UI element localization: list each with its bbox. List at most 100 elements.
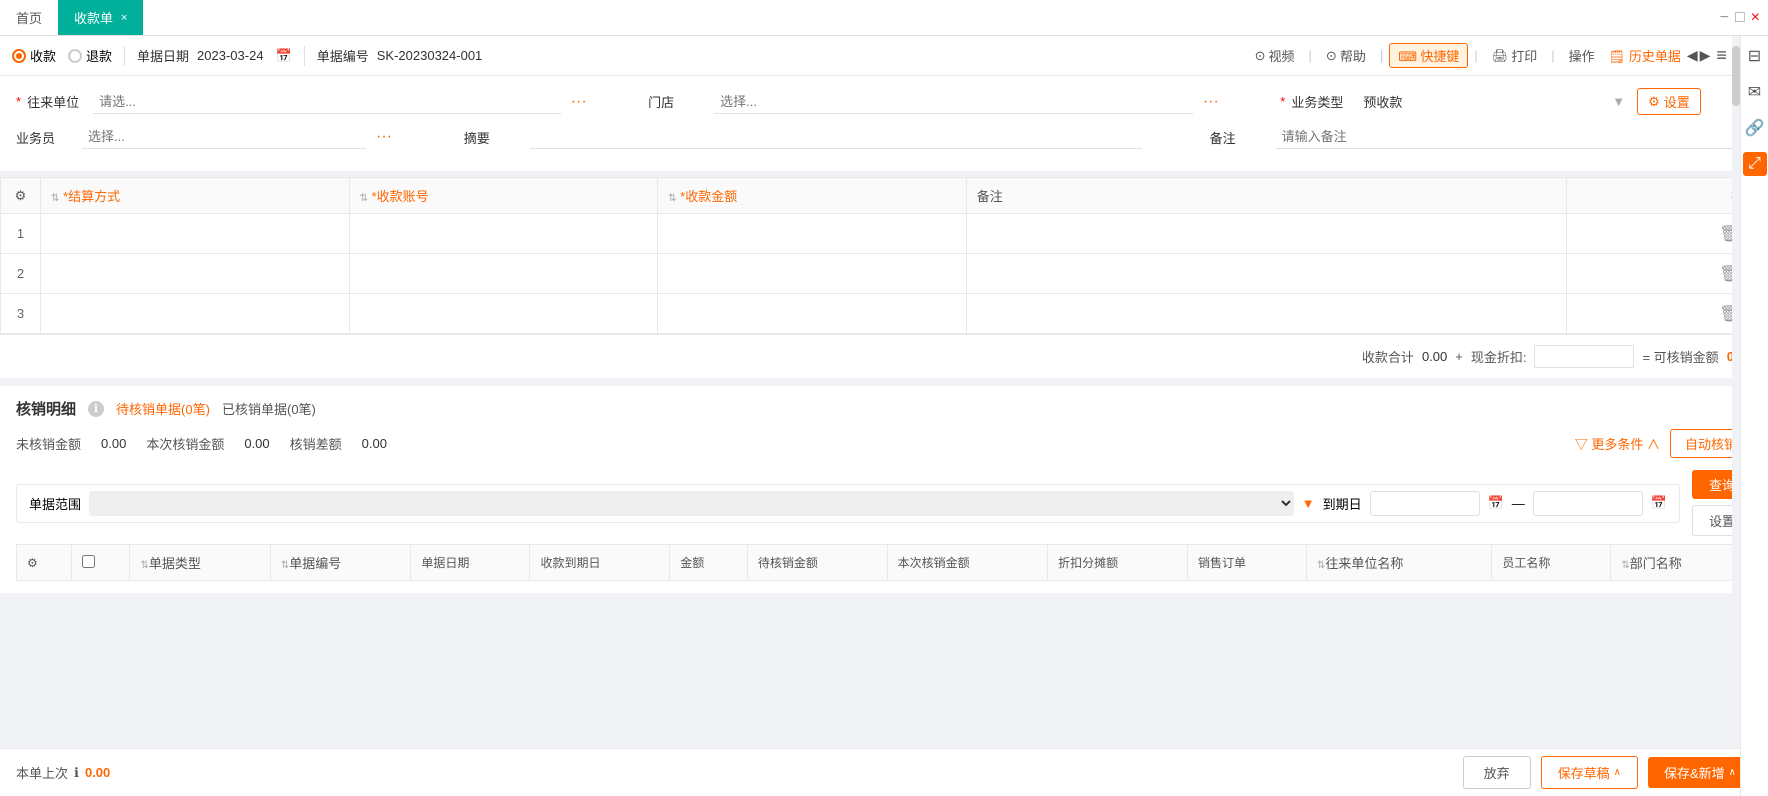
table-gear-header[interactable]: ⚙ (1, 178, 41, 214)
salesperson-more-btn[interactable]: ··· (372, 128, 396, 146)
home-label: 首页 (16, 8, 42, 27)
operation-btn[interactable]: 操作 (1561, 43, 1603, 68)
writeoff-title: 核销明细 (16, 398, 76, 419)
counterpart-input[interactable] (93, 90, 561, 114)
plus-sign: + (1455, 349, 1463, 364)
counterpart-more-btn[interactable]: ··· (567, 93, 591, 111)
help-btn[interactable]: ⊙ 帮助 (1318, 43, 1374, 68)
tab-receipt[interactable]: 收款单 × (58, 0, 143, 35)
range-dropdown-icon[interactable]: ▼ (1302, 496, 1315, 511)
per-order-label: 本单上次 (16, 763, 68, 782)
account-no-1[interactable] (349, 214, 658, 254)
scrollbar[interactable] (1732, 36, 1740, 748)
list-view-icon[interactable]: ≡ (1716, 45, 1727, 66)
account-no-2[interactable] (349, 254, 658, 294)
discard-btn[interactable]: 放弃 (1463, 756, 1531, 789)
sidebar-link-icon[interactable]: 🔗 (1743, 116, 1767, 140)
date-calendar-icon[interactable]: 📅 (276, 48, 292, 64)
amount-3[interactable] (658, 294, 967, 334)
amount-1[interactable] (658, 214, 967, 254)
note-2[interactable] (966, 254, 1566, 294)
bth-dept: ⇅部门名称 (1611, 545, 1752, 581)
end-date-input[interactable]: 2022-04-12 (1533, 491, 1643, 516)
gear-icon: ⚙ (1648, 94, 1660, 110)
close-tab-icon[interactable]: × (121, 12, 127, 24)
prev-arrow[interactable]: ◀ (1687, 47, 1698, 64)
due-label: 到期日 (1323, 494, 1362, 513)
filter-icon: ▽ (1575, 437, 1592, 452)
next-arrow[interactable]: ▶ (1700, 47, 1711, 64)
help-icon: ⊙ (1326, 48, 1337, 64)
minimize-window-btn[interactable]: − (1720, 9, 1729, 27)
table-wrapper: ⚙ ⇅ *结算方式 ⇅ *收款账号 ⇅ *收款金额 备注 (0, 177, 1768, 334)
maximize-window-btn[interactable]: □ (1735, 9, 1745, 27)
sidebar-table-icon[interactable]: ⊟ (1743, 44, 1767, 68)
footer-left: 本单上次 ℹ 0.00 (16, 763, 110, 782)
tab-home[interactable]: 首页 (0, 0, 58, 35)
sidebar-expand-icon[interactable]: ⤢ (1743, 152, 1767, 176)
bth-current-writeoff: 本次核销金额 (887, 545, 1047, 581)
scroll-thumb[interactable] (1732, 46, 1740, 106)
form-section: * 往来单位 ··· 门店 ··· * 业务类型 预收款 ▼ ⚙ 设置 业务员 (0, 76, 1768, 177)
receipt-tab-label: 收款单 (74, 8, 113, 27)
print-icon: 🖨 (1492, 48, 1509, 64)
total-label: 收款合计 (1362, 347, 1414, 366)
bth-pending: 待核销金额 (747, 545, 887, 581)
done-link[interactable]: 已核销单据(0笔) (222, 399, 316, 418)
start-date-input[interactable]: 2022-04-01 (1370, 491, 1480, 516)
history-btn[interactable]: 🗒 历史单据 (1609, 46, 1681, 65)
number-value: SK-20230324-001 (377, 48, 483, 63)
range-select[interactable] (89, 491, 1294, 516)
video-btn[interactable]: ⊙ 视频 (1247, 43, 1303, 68)
table-row: 3 🗑 ⧉ (1, 294, 1768, 334)
video-icon: ⊙ (1255, 48, 1266, 64)
toolbar-sep3: | (1474, 48, 1477, 63)
settle-method-2[interactable] (41, 254, 350, 294)
calendar-start-icon[interactable]: 📅 (1488, 495, 1504, 511)
toolbar-sep1: | (1309, 48, 1312, 63)
form-row-1: * 往来单位 ··· 门店 ··· * 业务类型 预收款 ▼ ⚙ 设置 (16, 88, 1752, 115)
store-label: 门店 (648, 92, 708, 111)
note-label: 备注 (1210, 128, 1270, 147)
info-icon-footer[interactable]: ℹ (74, 765, 79, 781)
account-no-3[interactable] (349, 294, 658, 334)
current-value: 0.00 (244, 436, 269, 451)
table-row: 2 🗑 ⧉ (1, 254, 1768, 294)
shortcut-btn[interactable]: ⌨ 快捷键 (1389, 43, 1468, 68)
close-window-btn[interactable]: × (1751, 9, 1760, 27)
writeoff-section: 核销明细 ℹ 待核销单据(0笔) 已核销单据(0笔) 未核销金额 0.00 本次… (0, 386, 1768, 593)
bth-gear[interactable]: ⚙ (17, 545, 72, 581)
note-3[interactable] (966, 294, 1566, 334)
toolbar-divider2 (304, 46, 305, 66)
settle-method-1[interactable] (41, 214, 350, 254)
settings-btn[interactable]: ⚙ 设置 (1637, 88, 1701, 115)
print-btn[interactable]: 🖨 打印 (1484, 43, 1546, 68)
dropdown-icon[interactable]: ▼ (1612, 94, 1625, 109)
return-radio[interactable]: 退款 (68, 46, 112, 65)
sidebar-email-icon[interactable]: ✉ (1743, 80, 1767, 104)
store-input[interactable] (714, 90, 1193, 114)
unwritten-value: 0.00 (101, 436, 126, 451)
date-filter-row: 单据范围 ▼ 到期日 2022-04-01 📅 — 2022-04-12 📅 查… (16, 470, 1752, 536)
note-1[interactable] (966, 214, 1566, 254)
settle-method-3[interactable] (41, 294, 350, 334)
discount-input[interactable] (1534, 345, 1634, 368)
note-input[interactable] (1276, 125, 1752, 149)
more-conditions-btn[interactable]: ▽ 更多条件 ∧ (1575, 434, 1660, 453)
th-account-no: ⇅ *收款账号 (349, 178, 658, 214)
select-all-checkbox[interactable] (82, 555, 95, 568)
receipt-radio[interactable]: 收款 (12, 46, 56, 65)
save-new-btn[interactable]: 保存&新增 ∧ (1648, 757, 1752, 788)
writeoff-info-icon[interactable]: ℹ (88, 401, 104, 417)
save-draft-btn[interactable]: 保存草稿 ∧ (1541, 756, 1638, 789)
toolbar-sep4: | (1551, 48, 1554, 63)
salesperson-input[interactable] (82, 125, 366, 149)
summary-input[interactable] (530, 125, 1142, 149)
per-order-value: 0.00 (85, 765, 110, 780)
store-more-btn[interactable]: ··· (1199, 93, 1223, 111)
pending-link[interactable]: 待核销单据(0笔) (116, 399, 210, 418)
bth-check[interactable] (71, 545, 130, 581)
amount-2[interactable] (658, 254, 967, 294)
stats-row: 未核销金额 0.00 本次核销金额 0.00 核销差额 0.00 ▽ 更多条件 … (16, 429, 1752, 458)
calendar-end-icon[interactable]: 📅 (1651, 495, 1667, 511)
